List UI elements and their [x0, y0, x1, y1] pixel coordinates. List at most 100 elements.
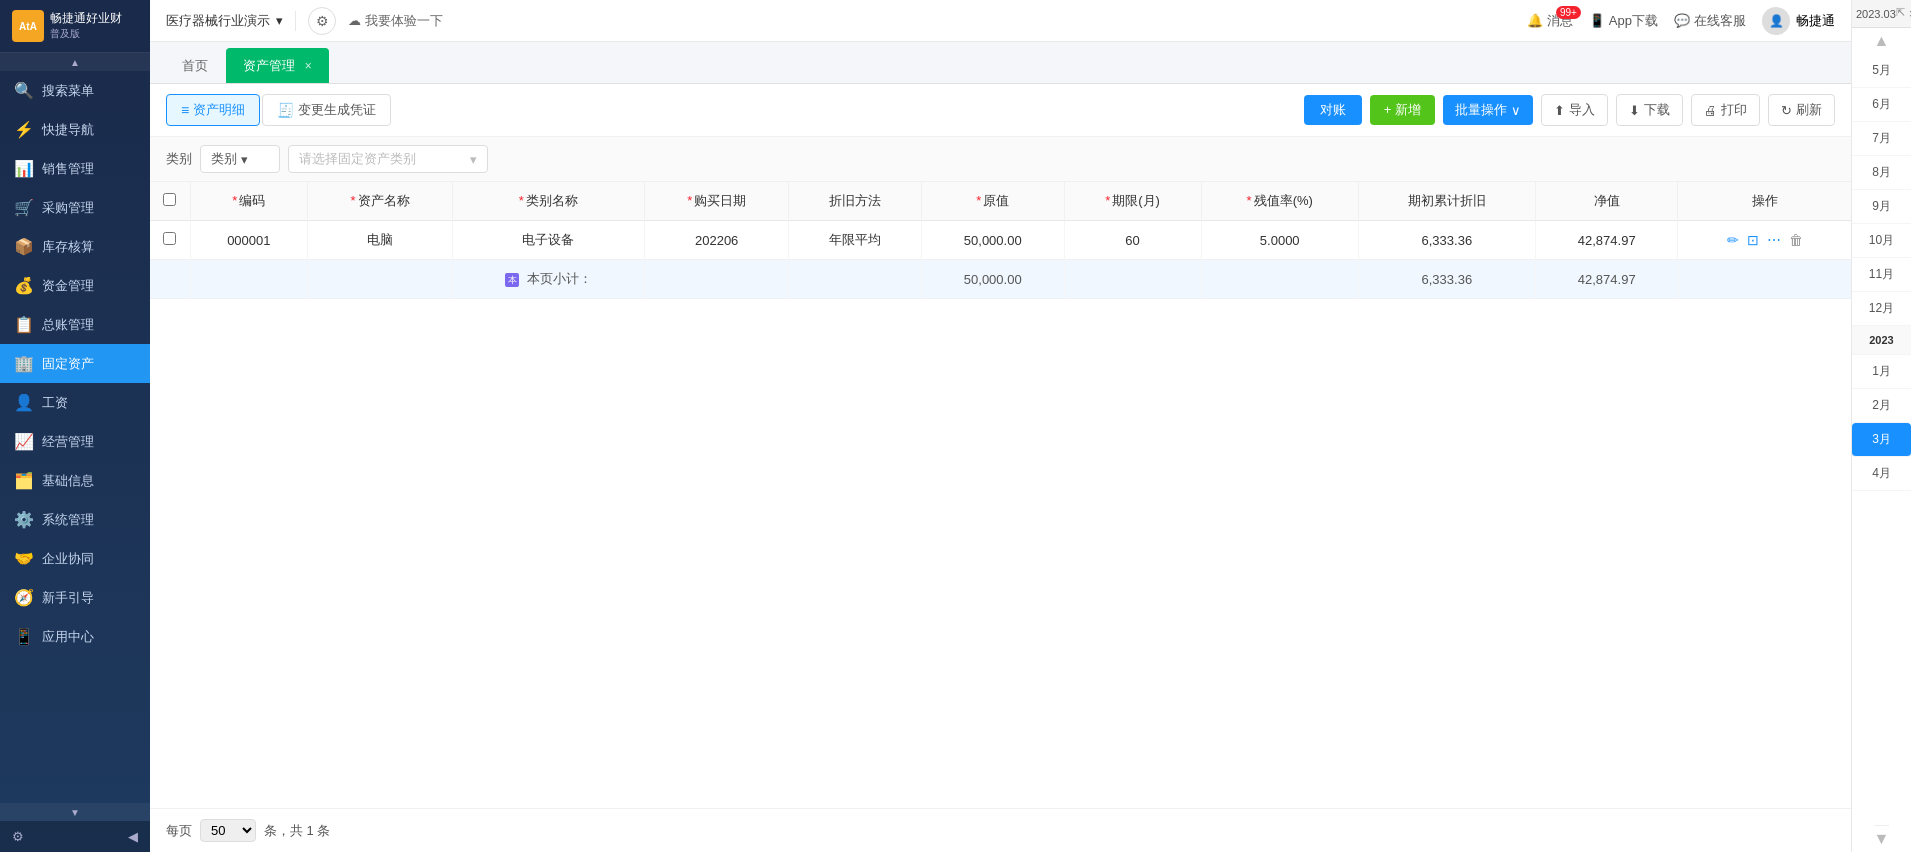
logo-text: 畅捷通好业财	[50, 11, 122, 27]
edit-button[interactable]: ✏	[1727, 232, 1739, 248]
company-dropdown-icon: ▾	[276, 13, 283, 28]
collapse-icon[interactable]: ◀	[128, 829, 138, 844]
sidebar-item-purchase[interactable]: 🛒 采购管理	[0, 188, 150, 227]
import-button[interactable]: ⬆ 导入	[1541, 94, 1608, 126]
sidebar-item-label: 新手引导	[42, 589, 94, 607]
logo-icon: AtA	[12, 10, 44, 42]
sidebar-menu: 🔍 搜索菜单 ⚡ 快捷导航 📊 销售管理 🛒 采购管理 📦 库存核算 💰 资金管…	[0, 71, 150, 803]
user-area[interactable]: 👤 畅捷通	[1762, 7, 1835, 35]
sidebar-item-collab[interactable]: 🤝 企业协同	[0, 539, 150, 578]
reconcile-button[interactable]: 对账	[1304, 95, 1362, 125]
month-item-2[interactable]: 2月	[1852, 389, 1911, 423]
sidebar-item-operations[interactable]: 📈 经营管理	[0, 422, 150, 461]
select-all-checkbox[interactable]	[163, 193, 176, 206]
sidebar-item-fixed[interactable]: 🏢 固定资产	[0, 344, 150, 383]
sidebar-item-quicknav[interactable]: ⚡ 快捷导航	[0, 110, 150, 149]
sub-tab-voucher[interactable]: 🧾 变更生成凭证	[262, 94, 391, 126]
month-item-9[interactable]: 9月	[1852, 190, 1911, 224]
col-header-purchase-date: *购买日期	[644, 182, 789, 221]
sidebar-item-label: 资金管理	[42, 277, 94, 295]
sidebar-scroll-down[interactable]: ▼	[0, 803, 150, 821]
company-name: 医疗器械行业演示	[166, 12, 270, 30]
service-icon: 💬	[1674, 13, 1690, 28]
tab-home[interactable]: 首页	[166, 49, 224, 83]
sidebar-item-label: 工资	[42, 394, 68, 412]
experience-label: 我要体验一下	[365, 12, 443, 30]
header-right: 🔔 消息 99+ 📱 App下载 💬 在线客服 👤 畅捷通	[1527, 7, 1835, 35]
col-header-original-value: *原值	[921, 182, 1064, 221]
sidebar-item-label: 企业协同	[42, 550, 94, 568]
category-input-placeholder: 请选择固定资产类别	[299, 150, 416, 168]
panel-down-arrow[interactable]: ▼	[1874, 830, 1890, 848]
sidebar-scroll-up[interactable]: ▲	[0, 53, 150, 71]
category-input[interactable]: 请选择固定资产类别 ▾	[288, 145, 488, 173]
category-select-arrow: ▾	[241, 152, 248, 167]
app-download-label: App下载	[1609, 12, 1658, 30]
company-selector[interactable]: 医疗器械行业演示 ▾	[166, 12, 283, 30]
month-item-7[interactable]: 7月	[1852, 122, 1911, 156]
month-item-5[interactable]: 5月	[1852, 54, 1911, 88]
refresh-button[interactable]: ↻ 刷新	[1768, 94, 1835, 126]
experience-button[interactable]: ☁ 我要体验一下	[348, 12, 443, 30]
list-icon: ≡	[181, 102, 189, 118]
sidebar-item-system[interactable]: ⚙️ 系统管理	[0, 500, 150, 539]
settings-icon[interactable]: ⚙	[12, 829, 24, 844]
year-2023-label: 2023	[1852, 326, 1911, 355]
sub-tabs: ≡ 资产明细 🧾 变更生成凭证	[166, 94, 391, 126]
batch-button[interactable]: 批量操作 ∨	[1443, 95, 1533, 125]
subtotal-original-value: 50,000.00	[921, 260, 1064, 299]
delete-button[interactable]: 🗑	[1789, 232, 1803, 248]
tab-close-icon[interactable]: ×	[305, 59, 312, 73]
avatar: 👤	[1762, 7, 1790, 35]
panel-up-arrow[interactable]: ▲	[1874, 32, 1890, 50]
online-service-button[interactable]: 💬 在线客服	[1674, 12, 1746, 30]
sidebar-item-guide[interactable]: 🧭 新手引导	[0, 578, 150, 617]
sidebar: AtA 畅捷通好业财 普及版 ▲ 🔍 搜索菜单 ⚡ 快捷导航 📊 销售管理 🛒 …	[0, 0, 150, 852]
bell-icon: 🔔	[1527, 13, 1543, 28]
notifications-button[interactable]: 🔔 消息 99+	[1527, 12, 1573, 30]
sidebar-item-capital[interactable]: 💰 资金管理	[0, 266, 150, 305]
sidebar-item-inventory[interactable]: 📦 库存核算	[0, 227, 150, 266]
subtotal-accumulated: 6,333.36	[1358, 260, 1535, 299]
settings-button[interactable]: ⚙	[308, 7, 336, 35]
total-label: 条，共 1 条	[264, 822, 330, 840]
month-item-8[interactable]: 8月	[1852, 156, 1911, 190]
sidebar-item-sales[interactable]: 📊 销售管理	[0, 149, 150, 188]
apps-icon: 📱	[14, 627, 34, 646]
month-item-10[interactable]: 10月	[1852, 224, 1911, 258]
app-download-button[interactable]: 📱 App下载	[1589, 12, 1658, 30]
right-panel-expand-icon[interactable]: ⇱	[1896, 6, 1905, 21]
sidebar-item-payroll[interactable]: 👤 工资	[0, 383, 150, 422]
row-original-value: 50,000.00	[921, 221, 1064, 260]
new-button[interactable]: + 新增	[1370, 95, 1435, 125]
sidebar-item-label: 销售管理	[42, 160, 94, 178]
row-period: 60	[1064, 221, 1201, 260]
toolbar-right: 对账 + 新增 批量操作 ∨ ⬆ 导入 ⬇ 下载 🖨 打	[1304, 94, 1835, 126]
month-item-4[interactable]: 4月	[1852, 457, 1911, 491]
category-select[interactable]: 类别 ▾	[200, 145, 280, 173]
download-button[interactable]: ⬇ 下载	[1616, 94, 1683, 126]
page-size-select[interactable]: 50 10 20 100	[200, 819, 256, 842]
month-item-11[interactable]: 11月	[1852, 258, 1911, 292]
sales-icon: 📊	[14, 159, 34, 178]
sidebar-item-search[interactable]: 🔍 搜索菜单	[0, 71, 150, 110]
sidebar-item-apps[interactable]: 📱 应用中心	[0, 617, 150, 656]
copy-button[interactable]: ⊡	[1747, 232, 1759, 248]
tab-asset-management[interactable]: 资产管理 ×	[226, 48, 329, 83]
sidebar-item-base[interactable]: 🗂️ 基础信息	[0, 461, 150, 500]
sidebar-item-ledger[interactable]: 📋 总账管理	[0, 305, 150, 344]
month-item-6[interactable]: 6月	[1852, 88, 1911, 122]
row-checkbox[interactable]	[163, 232, 176, 245]
month-item-1[interactable]: 1月	[1852, 355, 1911, 389]
sidebar-item-label: 基础信息	[42, 472, 94, 490]
right-panel-header: 2023.03 ⇱ ×	[1852, 0, 1911, 28]
row-net-value: 42,874.97	[1535, 221, 1678, 260]
print-button[interactable]: 🖨 打印	[1691, 94, 1760, 126]
right-panel-year: 2023.03	[1856, 8, 1896, 20]
row-depreciation: 年限平均	[789, 221, 921, 260]
month-item-3-active[interactable]: 3月	[1852, 423, 1911, 457]
more-button[interactable]: ⋯	[1767, 232, 1781, 248]
voucher-icon: 🧾	[277, 102, 294, 118]
month-item-12[interactable]: 12月	[1852, 292, 1911, 326]
sub-tab-asset-detail[interactable]: ≡ 资产明细	[166, 94, 260, 126]
